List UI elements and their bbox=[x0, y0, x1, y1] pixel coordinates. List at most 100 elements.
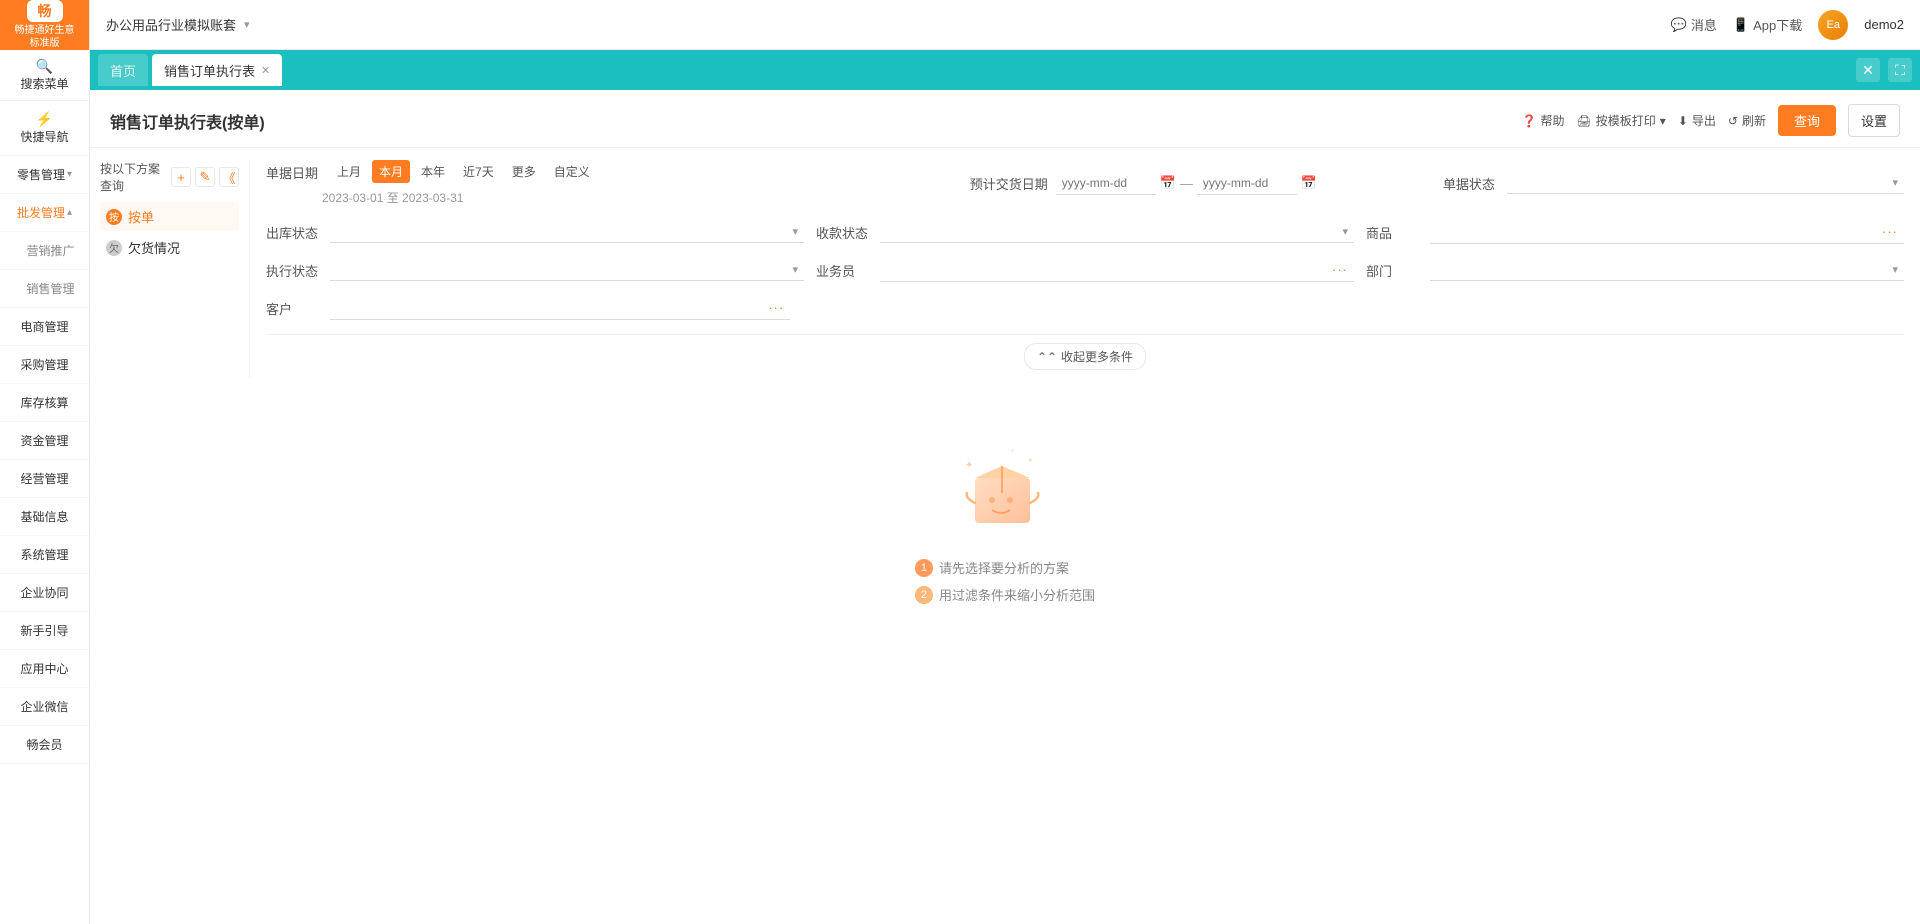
this-month-btn[interactable]: 本月 bbox=[372, 160, 410, 183]
chevron-up-icon: ▴ bbox=[67, 207, 72, 218]
sidebar-item-newbie[interactable]: 新手引导 bbox=[0, 612, 89, 650]
sidebar-item-sales[interactable]: 销售管理 bbox=[0, 270, 89, 308]
dept-dropdown[interactable]: ▾ bbox=[1430, 259, 1904, 281]
collapse-up-icon: ⌃⌃ bbox=[1037, 350, 1057, 364]
salesman-label: 业务员 bbox=[816, 261, 872, 280]
app-logo[interactable]: 畅 畅捷通好生意 标准版 bbox=[0, 0, 89, 50]
filter-sidebar-title: 按以下方案查询 bbox=[100, 160, 171, 194]
payment-status-filter: 收款状态 ▾ bbox=[816, 221, 1354, 243]
settings-button[interactable]: 设置 bbox=[1848, 104, 1900, 137]
sidebar-item-quick-nav[interactable]: ⚡ 快捷导航 bbox=[0, 101, 89, 156]
sidebar-item-finance[interactable]: 资金管理 bbox=[0, 422, 89, 460]
goods-selector[interactable]: ··· bbox=[1430, 220, 1904, 244]
date-range-text: 2023-03-01 至 2023-03-31 bbox=[266, 189, 958, 206]
sidebar-item-basic-info[interactable]: 基础信息 bbox=[0, 498, 89, 536]
template-print-button[interactable]: 🖨 按模板打印 ▾ bbox=[1577, 112, 1666, 129]
header-right: 💬 消息 📱 App下载 Ea demo2 bbox=[1671, 10, 1904, 40]
payment-status-arrow: ▾ bbox=[1342, 225, 1348, 238]
user-avatar[interactable]: Ea bbox=[1818, 10, 1848, 40]
exec-status-dropdown[interactable]: ▾ bbox=[330, 259, 804, 281]
add-scheme-button[interactable]: + bbox=[171, 167, 191, 187]
last-month-btn[interactable]: 上月 bbox=[330, 160, 368, 183]
help-button[interactable]: ❓ 帮助 bbox=[1522, 112, 1565, 129]
sidebar-item-inventory[interactable]: 库存核算 bbox=[0, 384, 89, 422]
sidebar-item-app-center[interactable]: 应用中心 bbox=[0, 650, 89, 688]
collapse-bar: ⌃⌃ 收起更多条件 bbox=[266, 334, 1904, 378]
tab-bar: 首页 销售订单执行表 ✕ ✕ ⛶ bbox=[90, 50, 1920, 90]
tab-home[interactable]: 首页 bbox=[98, 54, 148, 86]
this-year-btn[interactable]: 本年 bbox=[414, 160, 452, 183]
app-download-button[interactable]: 📱 App下载 bbox=[1733, 15, 1802, 34]
top-header: 办公用品行业模拟账套 ▾ 💬 消息 📱 App下载 Ea demo2 bbox=[90, 0, 1920, 50]
main-content: 办公用品行业模拟账套 ▾ 💬 消息 📱 App下载 Ea demo2 首页 销售… bbox=[90, 0, 1920, 924]
industry-dropdown-icon[interactable]: ▾ bbox=[244, 18, 250, 31]
dept-label: 部门 bbox=[1366, 261, 1422, 280]
search-button[interactable]: 查询 bbox=[1778, 105, 1836, 136]
payment-status-label: 收款状态 bbox=[816, 223, 872, 242]
sidebar: 畅 畅捷通好生意 标准版 🔍 搜索菜单 ⚡ 快捷导航 零售管理 ▾ 批发管理 ▴… bbox=[0, 0, 90, 924]
filter-sidebar: 按以下方案查询 + ✎ 《 按 按单 欠 欠货情况 bbox=[90, 160, 250, 378]
sidebar-item-purchase[interactable]: 采购管理 bbox=[0, 346, 89, 384]
filter-scheme-按单[interactable]: 按 按单 bbox=[100, 202, 239, 231]
salesman-filter: 业务员 ··· bbox=[816, 258, 1354, 282]
collapse-button[interactable]: ⌃⌃ 收起更多条件 bbox=[1024, 343, 1146, 370]
date-label: 单据日期 bbox=[266, 163, 322, 182]
sidebar-item-operations[interactable]: 经营管理 bbox=[0, 460, 89, 498]
filter-row-4: 客户 ··· bbox=[266, 296, 1904, 320]
order-status-arrow: ▾ bbox=[1892, 176, 1898, 189]
customer-selector[interactable]: ··· bbox=[330, 296, 790, 320]
collapse-sidebar-button[interactable]: 《 bbox=[219, 167, 239, 187]
expected-date-end-input[interactable] bbox=[1197, 172, 1297, 195]
goods-filter: 商品 ··· bbox=[1366, 220, 1904, 244]
tab-close-icon[interactable]: ✕ bbox=[261, 64, 270, 77]
chevron-down-icon: ▾ bbox=[67, 169, 72, 180]
sidebar-item-ecommerce[interactable]: 电商管理 bbox=[0, 308, 89, 346]
tab-sales-order[interactable]: 销售订单执行表 ✕ bbox=[152, 54, 282, 86]
empty-tips: 1 请先选择要分析的方案 2 用过滤条件来缩小分析范围 bbox=[915, 558, 1095, 612]
user-name[interactable]: demo2 bbox=[1864, 17, 1904, 32]
order-status-dropdown[interactable]: ▾ bbox=[1507, 172, 1904, 194]
sidebar-item-marketing[interactable]: 营销推广 bbox=[0, 232, 89, 270]
tab-maximize-button[interactable]: ⛶ bbox=[1888, 58, 1912, 82]
empty-illustration: ✦ ✦ ✦ bbox=[955, 438, 1055, 538]
export-icon: ⬇ bbox=[1678, 114, 1688, 128]
expected-date-range: 📅 — 📅 bbox=[1056, 172, 1431, 195]
download-icon: 📱 bbox=[1733, 17, 1749, 33]
tab-close-window-button[interactable]: ✕ bbox=[1856, 58, 1880, 82]
expected-date-start-input[interactable] bbox=[1056, 172, 1156, 195]
dept-filter: 部门 ▾ bbox=[1366, 259, 1904, 281]
refresh-button[interactable]: ↺ 刷新 bbox=[1728, 112, 1766, 129]
sidebar-search[interactable]: 🔍 搜索菜单 bbox=[0, 50, 89, 101]
sidebar-item-wechat[interactable]: 企业微信 bbox=[0, 688, 89, 726]
filter-row-1: 单据日期 上月 本月 本年 近7天 更多 自定义 2023-03-0 bbox=[266, 160, 1904, 206]
salesman-selector[interactable]: ··· bbox=[880, 258, 1354, 282]
industry-name: 办公用品行业模拟账套 bbox=[106, 15, 236, 34]
filter-main: 单据日期 上月 本月 本年 近7天 更多 自定义 2023-03-0 bbox=[250, 160, 1920, 378]
custom-btn[interactable]: 自定义 bbox=[547, 160, 597, 183]
goods-more-icon: ··· bbox=[1882, 224, 1898, 239]
sidebar-item-system[interactable]: 系统管理 bbox=[0, 536, 89, 574]
filter-scheme-欠货情况[interactable]: 欠 欠货情况 bbox=[100, 233, 239, 262]
order-status-label: 单据状态 bbox=[1443, 174, 1499, 193]
page-header: 销售订单执行表(按单) ❓ 帮助 🖨 按模板打印 ▾ ⬇ 导出 ↺ 刷新 bbox=[90, 90, 1920, 148]
date-filter-group: 单据日期 上月 本月 本年 近7天 更多 自定义 2023-03-0 bbox=[266, 160, 958, 206]
filter-sidebar-actions: + ✎ 《 bbox=[171, 167, 239, 187]
filter-row-2: 出库状态 ▾ 收款状态 ▾ 商品 bbox=[266, 220, 1904, 244]
empty-tip-2: 2 用过滤条件来缩小分析范围 bbox=[915, 585, 1095, 604]
sidebar-item-retail[interactable]: 零售管理 ▾ bbox=[0, 156, 89, 194]
sidebar-item-member[interactable]: 畅会员 bbox=[0, 726, 89, 764]
message-icon: 💬 bbox=[1671, 17, 1687, 33]
tip-number-1: 1 bbox=[915, 559, 933, 577]
sidebar-item-wholesale[interactable]: 批发管理 ▴ bbox=[0, 194, 89, 232]
filter-row-3: 执行状态 ▾ 业务员 ··· 部门 bbox=[266, 258, 1904, 282]
more-btn[interactable]: 更多 bbox=[505, 160, 543, 183]
delivery-status-dropdown[interactable]: ▾ bbox=[330, 221, 804, 243]
filter-area: 按以下方案查询 + ✎ 《 按 按单 欠 欠货情况 bbox=[90, 148, 1920, 378]
message-button[interactable]: 💬 消息 bbox=[1671, 15, 1717, 34]
last-7days-btn[interactable]: 近7天 bbox=[456, 160, 501, 183]
exec-status-filter: 执行状态 ▾ bbox=[266, 259, 804, 281]
payment-status-dropdown[interactable]: ▾ bbox=[880, 221, 1354, 243]
export-button[interactable]: ⬇ 导出 bbox=[1678, 112, 1716, 129]
sidebar-item-enterprise[interactable]: 企业协同 bbox=[0, 574, 89, 612]
edit-scheme-button[interactable]: ✎ bbox=[195, 167, 215, 187]
